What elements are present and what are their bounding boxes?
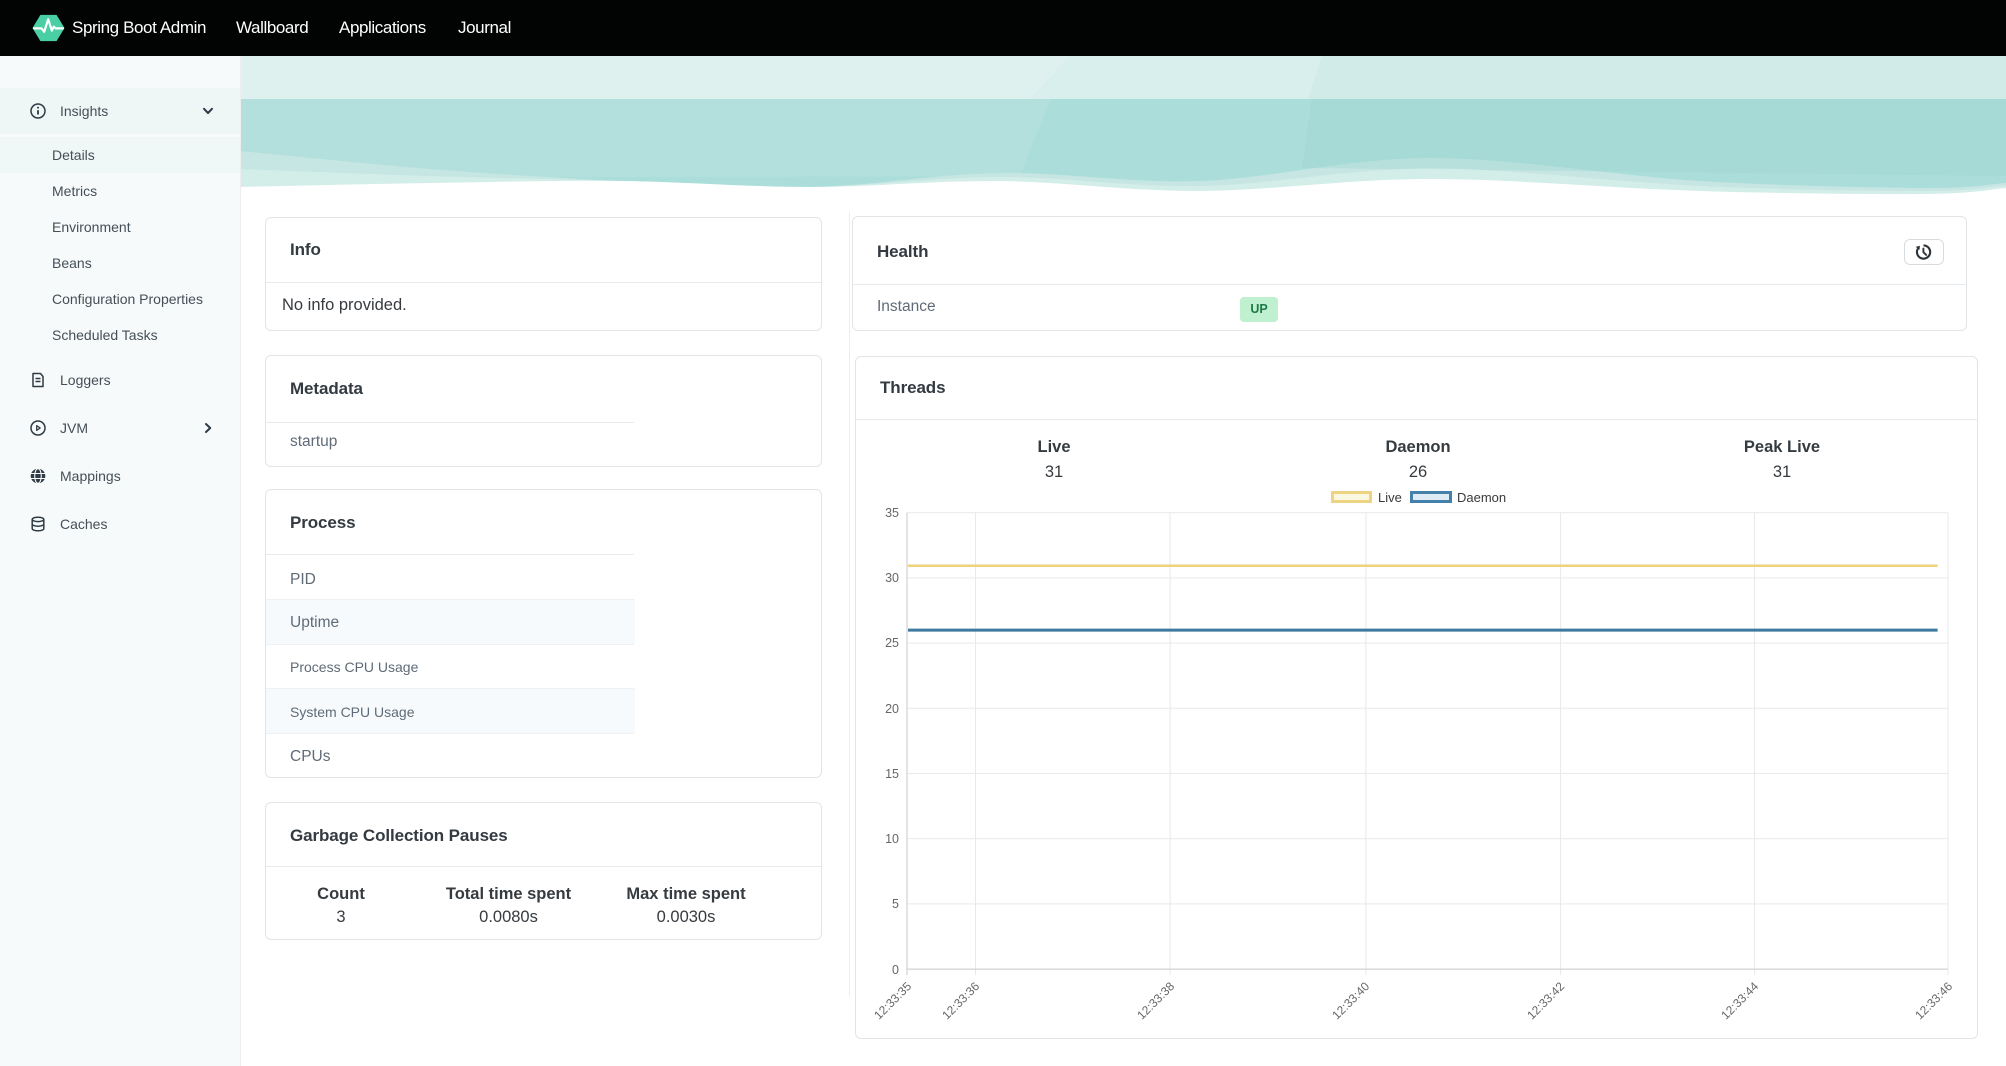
svg-text:35: 35 (885, 506, 899, 520)
svg-text:30: 30 (885, 571, 899, 585)
svg-text:12:33:46: 12:33:46 (1912, 979, 1955, 1022)
svg-text:5: 5 (892, 897, 899, 911)
svg-text:25: 25 (885, 636, 899, 650)
svg-text:12:33:35: 12:33:35 (871, 979, 914, 1022)
svg-text:12:33:44: 12:33:44 (1718, 979, 1761, 1022)
svg-text:12:33:36: 12:33:36 (939, 979, 982, 1022)
svg-text:12:33:40: 12:33:40 (1329, 979, 1372, 1022)
svg-text:10: 10 (885, 832, 899, 846)
svg-text:12:33:42: 12:33:42 (1524, 979, 1567, 1022)
svg-text:20: 20 (885, 702, 899, 716)
svg-text:0: 0 (892, 963, 899, 977)
svg-text:15: 15 (885, 767, 899, 781)
svg-text:12:33:38: 12:33:38 (1134, 979, 1177, 1022)
